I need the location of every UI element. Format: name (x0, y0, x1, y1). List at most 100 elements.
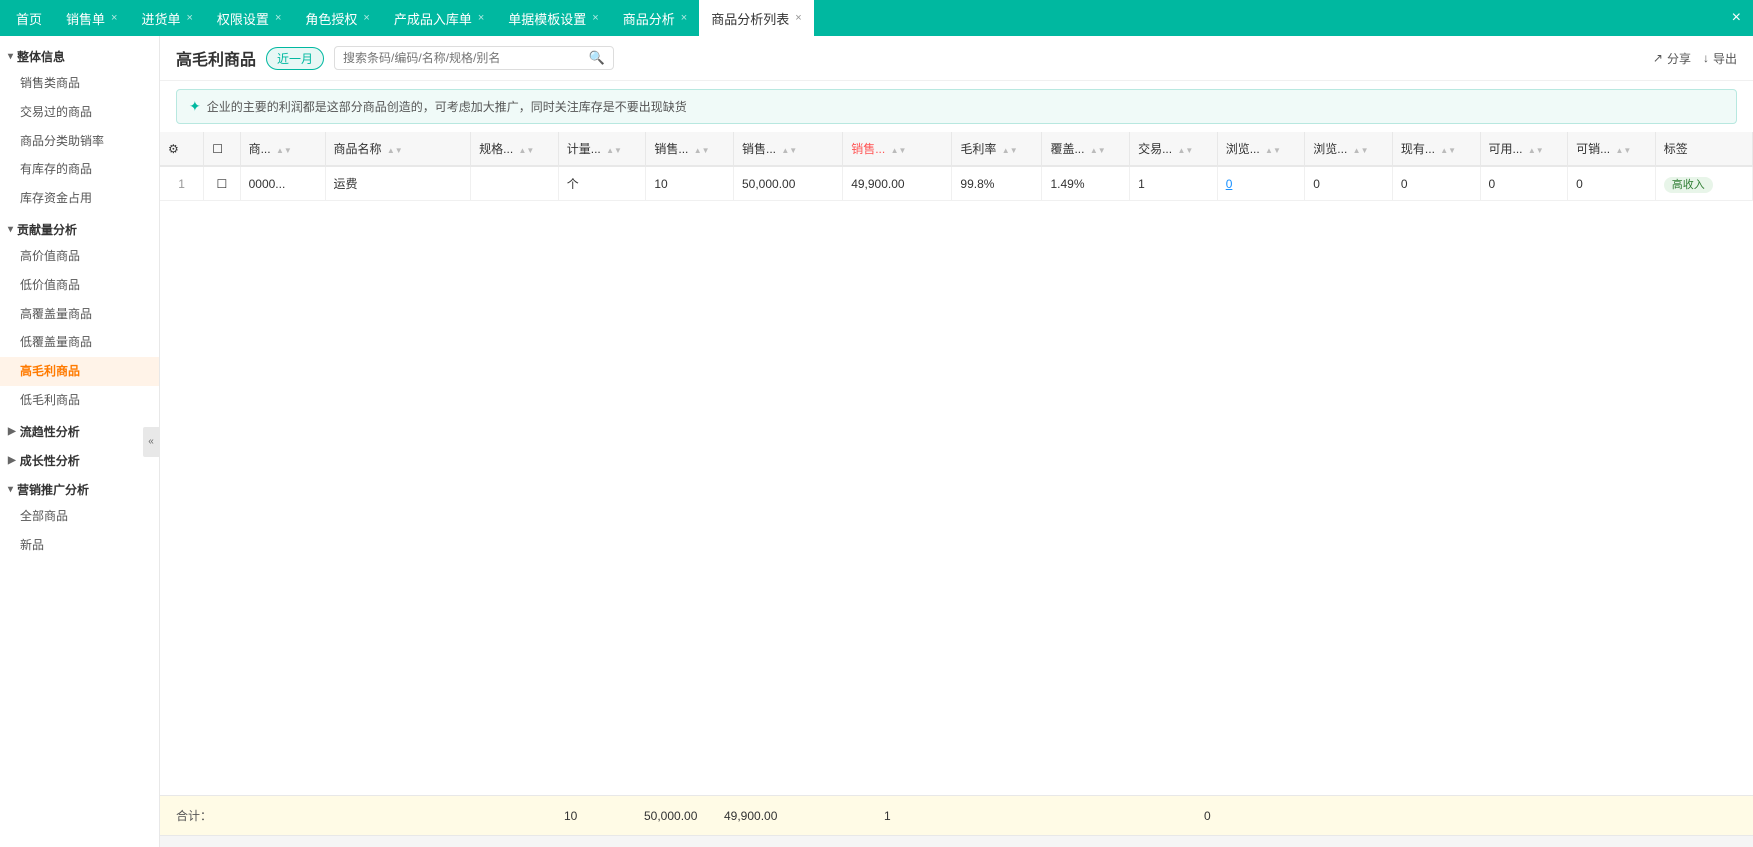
footer-sales-qty: 10 (556, 809, 636, 823)
col-spec[interactable]: 规格... ▲▼ (471, 132, 559, 166)
nav-tab-stock-in[interactable]: 产成品入库单 × (382, 0, 496, 36)
sidebar-collapse-button[interactable]: « (143, 427, 159, 457)
sidebar-group-overall-arrow: ▾ (8, 51, 13, 62)
sidebar-group-growth-label: 成长性分析 (20, 452, 80, 469)
cell-spec (471, 166, 559, 201)
nav-tab-purchase-close[interactable]: × (186, 12, 192, 24)
nav-tab-permission[interactable]: 权限设置 × (205, 0, 293, 36)
cell-sellable-stock: 0 (1568, 166, 1656, 201)
table-container[interactable]: ⚙ ☐ 商... ▲▼ 商品名称 ▲▼ (160, 132, 1753, 795)
cell-transactions: 1 (1130, 166, 1218, 201)
col-current-stock[interactable]: 现有... ▲▼ (1392, 132, 1480, 166)
cell-browse2: 0 (1305, 166, 1393, 201)
nav-tab-template-close[interactable]: × (592, 12, 598, 24)
search-icon[interactable]: 🔍 (589, 50, 605, 66)
sidebar-item-high-value[interactable]: 高价值商品 (0, 242, 159, 271)
col-browse2-sort-icon: ▲▼ (1353, 147, 1369, 155)
col-checkbox[interactable]: ☐ (204, 132, 240, 166)
nav-tab-role-close[interactable]: × (363, 12, 369, 24)
col-browse2[interactable]: 浏览... ▲▼ (1305, 132, 1393, 166)
col-browse1-sort-icon: ▲▼ (1265, 147, 1281, 155)
sidebar-item-low-margin[interactable]: 低毛利商品 (0, 386, 159, 415)
col-sales-amount[interactable]: 销售... ▲▼ (733, 132, 842, 166)
sidebar-group-overall[interactable]: ▾ 整体信息 (0, 40, 159, 69)
col-coverage-sort-icon: ▲▼ (1090, 147, 1106, 155)
sidebar-item-all-goods[interactable]: 全部商品 (0, 502, 159, 531)
nav-tab-sales[interactable]: 销售单 × (54, 0, 129, 36)
cell-browse1[interactable]: 0 (1217, 166, 1305, 201)
content-area: 高毛利商品 近一月 🔍 ↗ 分享 ↓ 导出 ✦ 企业的主要的利润都是这部分商品创… (160, 36, 1753, 847)
sidebar-item-low-value[interactable]: 低价值商品 (0, 271, 159, 300)
nav-tab-analysis-close[interactable]: × (681, 12, 687, 24)
share-label: 分享 (1667, 50, 1691, 67)
window-close-button[interactable]: × (1724, 9, 1749, 27)
cell-checkbox[interactable]: ☐ (204, 166, 240, 201)
cell-index: 1 (160, 166, 204, 201)
sidebar-item-category-rate[interactable]: 商品分类助销率 (0, 127, 159, 156)
nav-tab-home[interactable]: 首页 (4, 0, 54, 36)
filter-recent-month-button[interactable]: 近一月 (266, 47, 324, 70)
export-icon: ↓ (1703, 51, 1709, 65)
search-input[interactable] (343, 51, 589, 65)
col-code[interactable]: 商... ▲▼ (240, 132, 325, 166)
col-sales-profit[interactable]: 销售... ▲▼ (843, 132, 952, 166)
nav-tab-sales-close[interactable]: × (111, 12, 117, 24)
cell-unit: 个 (558, 166, 646, 201)
col-sales-qty[interactable]: 销售... ▲▼ (646, 132, 734, 166)
export-button[interactable]: ↓ 导出 (1703, 50, 1737, 67)
sidebar-item-sales-goods[interactable]: 销售类商品 (0, 69, 159, 98)
col-sellable-stock[interactable]: 可销... ▲▼ (1568, 132, 1656, 166)
nav-tab-analysis-list-label: 商品分析列表 (711, 9, 789, 28)
content-header: 高毛利商品 近一月 🔍 ↗ 分享 ↓ 导出 (160, 36, 1753, 81)
cell-code[interactable]: 0000... (240, 166, 325, 201)
col-browse1[interactable]: 浏览... ▲▼ (1217, 132, 1305, 166)
col-available-stock[interactable]: 可用... ▲▼ (1480, 132, 1568, 166)
sidebar-item-stock-capital[interactable]: 库存资金占用 (0, 184, 159, 213)
sidebar-group-growth[interactable]: ▶ 成长性分析 (0, 444, 159, 473)
col-settings[interactable]: ⚙ (160, 132, 204, 166)
footer-empty4 (1036, 809, 1116, 823)
sidebar-group-trend[interactable]: ▶ 流趋性分析 (0, 415, 159, 444)
sidebar-group-marketing[interactable]: ▾ 营销推广分析 (0, 473, 159, 502)
nav-tab-role[interactable]: 角色授权 × (293, 0, 381, 36)
col-tag[interactable]: 标签 (1655, 132, 1752, 166)
sidebar-group-contribution[interactable]: ▾ 贡献量分析 (0, 213, 159, 242)
nav-tab-stock-in-close[interactable]: × (478, 12, 484, 24)
col-transactions[interactable]: 交易... ▲▼ (1130, 132, 1218, 166)
nav-tab-analysis-list[interactable]: 商品分析列表 × (699, 0, 813, 36)
cell-available-stock: 0 (1480, 166, 1568, 201)
footer-values: 10 50,000.00 49,900.00 1 0 (356, 809, 1737, 823)
col-coverage[interactable]: 覆盖... ▲▼ (1042, 132, 1130, 166)
sidebar-item-high-coverage[interactable]: 高覆盖量商品 (0, 300, 159, 329)
col-name[interactable]: 商品名称 ▲▼ (325, 132, 471, 166)
nav-tab-purchase[interactable]: 进货单 × (129, 0, 204, 36)
nav-tab-purchase-label: 进货单 (141, 9, 180, 28)
col-code-sort-icon: ▲▼ (276, 147, 292, 155)
top-navigation: 首页 销售单 × 进货单 × 权限设置 × 角色授权 × 产成品入库单 × 单据… (0, 0, 1753, 36)
nav-tab-analysis-list-close[interactable]: × (795, 12, 801, 24)
sidebar-item-traded-goods[interactable]: 交易过的商品 (0, 98, 159, 127)
footer-transactions: 1 (876, 809, 956, 823)
sidebar-item-low-coverage[interactable]: 低覆盖量商品 (0, 328, 159, 357)
sidebar-item-new-goods[interactable]: 新品 (0, 531, 159, 560)
footer-label: 合计： (176, 807, 356, 824)
horizontal-scrollbar[interactable] (160, 835, 1753, 847)
sidebar-item-high-margin[interactable]: 高毛利商品 (0, 357, 159, 386)
search-container: 🔍 (334, 46, 614, 70)
sidebar-group-trend-label: 流趋性分析 (20, 423, 80, 440)
sidebar-group-growth-arrow: ▶ (8, 455, 16, 466)
footer-sales-amount: 50,000.00 (636, 809, 716, 823)
nav-tab-analysis[interactable]: 商品分析 × (611, 0, 699, 36)
col-unit[interactable]: 计量... ▲▼ (558, 132, 646, 166)
nav-tab-sales-label: 销售单 (66, 9, 105, 28)
col-name-sort-icon: ▲▼ (387, 147, 403, 155)
col-spec-sort-icon: ▲▼ (519, 147, 535, 155)
nav-tab-permission-close[interactable]: × (275, 12, 281, 24)
nav-tab-template-label: 单据模板设置 (508, 9, 586, 28)
nav-tab-template[interactable]: 单据模板设置 × (496, 0, 610, 36)
col-sales-qty-sort-icon: ▲▼ (694, 147, 710, 155)
col-gross-margin[interactable]: 毛利率 ▲▼ (952, 132, 1042, 166)
sidebar-item-in-stock[interactable]: 有库存的商品 (0, 155, 159, 184)
share-button[interactable]: ↗ 分享 (1653, 50, 1691, 67)
sidebar-group-contribution-arrow: ▾ (8, 224, 13, 235)
